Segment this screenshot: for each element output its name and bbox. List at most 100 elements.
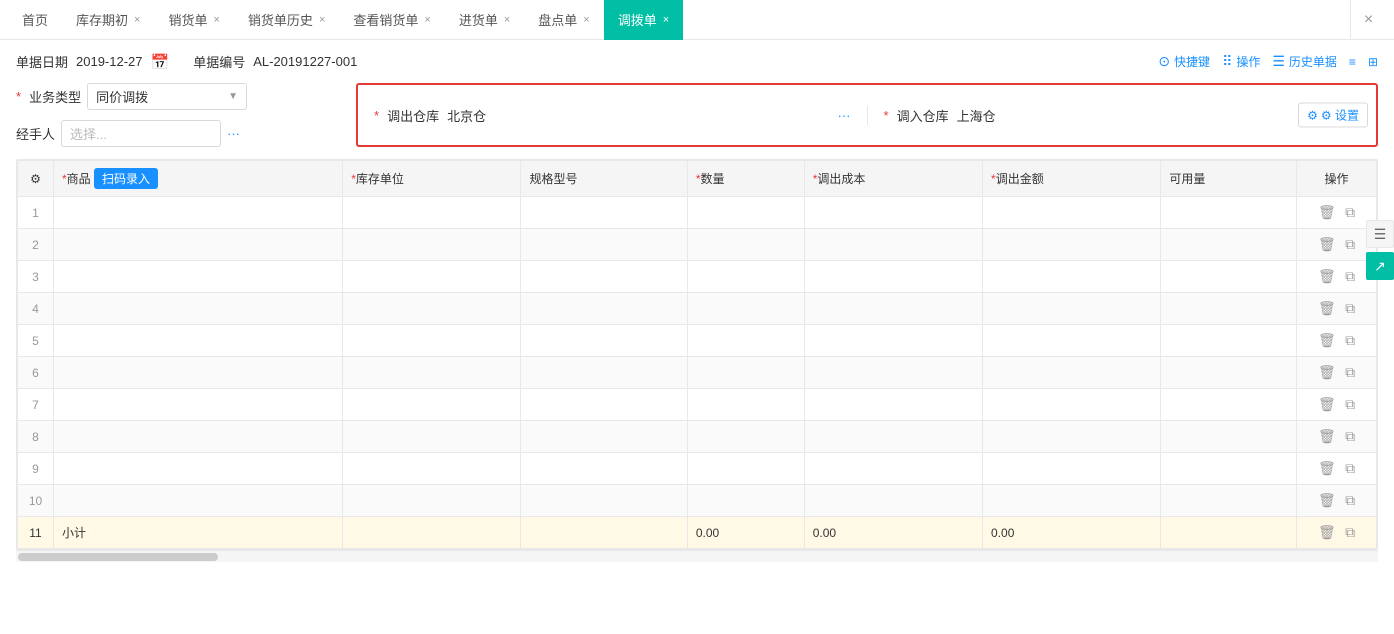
tab-sales-order[interactable]: 销货单 ×: [154, 0, 233, 40]
transfer-out-more-btn[interactable]: ···: [838, 108, 851, 123]
cell-product[interactable]: [54, 229, 343, 261]
tab-inventory[interactable]: 盘点单 ×: [524, 0, 603, 40]
cell-amount[interactable]: [983, 261, 1161, 293]
cell-qty[interactable]: [687, 389, 804, 421]
copy-icon[interactable]: ⧉: [1345, 524, 1355, 540]
cell-amount[interactable]: [983, 293, 1161, 325]
handler-more-btn[interactable]: ···: [227, 126, 240, 141]
cell-amount[interactable]: [983, 485, 1161, 517]
tab-sales-history-close[interactable]: ×: [319, 14, 325, 26]
copy-icon[interactable]: ⧉: [1345, 204, 1355, 220]
cell-cost[interactable]: [804, 421, 982, 453]
cell-amount[interactable]: [983, 389, 1161, 421]
cell-product[interactable]: [54, 261, 343, 293]
delete-icon[interactable]: 🗑: [1318, 300, 1336, 316]
cell-product[interactable]: [54, 485, 343, 517]
copy-icon[interactable]: ⧉: [1345, 364, 1355, 380]
cell-available[interactable]: [1161, 261, 1297, 293]
cell-product[interactable]: [54, 293, 343, 325]
cell-qty[interactable]: [687, 485, 804, 517]
cell-available[interactable]: [1161, 229, 1297, 261]
cell-cost[interactable]: [804, 485, 982, 517]
delete-icon[interactable]: 🗑: [1318, 460, 1336, 476]
copy-icon[interactable]: ⧉: [1345, 300, 1355, 316]
scan-button[interactable]: 扫码录入: [94, 168, 158, 189]
tab-home[interactable]: 首页: [8, 0, 62, 40]
cell-qty[interactable]: [687, 197, 804, 229]
delete-icon[interactable]: 🗑: [1318, 396, 1336, 412]
delete-icon[interactable]: 🗑: [1318, 524, 1336, 540]
cell-product[interactable]: [54, 357, 343, 389]
cell-product[interactable]: [54, 421, 343, 453]
cell-spec[interactable]: [521, 293, 687, 325]
cell-unit[interactable]: [343, 261, 521, 293]
handler-input[interactable]: 选择...: [61, 120, 221, 147]
history-button[interactable]: ☰ 历史单据: [1272, 53, 1337, 70]
cell-qty[interactable]: [687, 325, 804, 357]
tab-stock-init[interactable]: 库存期初 ×: [62, 0, 154, 40]
tab-view-sales[interactable]: 查看销货单 ×: [339, 0, 444, 40]
cell-qty[interactable]: [687, 261, 804, 293]
cell-qty[interactable]: [687, 453, 804, 485]
cell-cost[interactable]: [804, 453, 982, 485]
cell-available[interactable]: [1161, 293, 1297, 325]
tab-sales-history[interactable]: 销货单历史 ×: [234, 0, 339, 40]
delete-icon[interactable]: 🗑: [1318, 492, 1336, 508]
copy-icon[interactable]: ⧉: [1345, 236, 1355, 252]
cell-unit[interactable]: [343, 229, 521, 261]
delete-icon[interactable]: 🗑: [1318, 204, 1336, 220]
cell-unit[interactable]: [343, 293, 521, 325]
th-gear[interactable]: ⚙: [18, 161, 54, 197]
tab-view-sales-close[interactable]: ×: [424, 14, 430, 26]
cell-cost[interactable]: [804, 197, 982, 229]
cell-cost[interactable]: [804, 357, 982, 389]
cell-cost[interactable]: [804, 325, 982, 357]
tab-purchase-close[interactable]: ×: [504, 14, 510, 26]
cell-spec[interactable]: [521, 421, 687, 453]
scroll-thumb[interactable]: [18, 553, 218, 561]
cell-spec[interactable]: [521, 325, 687, 357]
cell-amount[interactable]: [983, 197, 1161, 229]
cell-product[interactable]: [54, 325, 343, 357]
cell-available[interactable]: [1161, 197, 1297, 229]
cell-amount[interactable]: [983, 421, 1161, 453]
cell-spec[interactable]: [521, 261, 687, 293]
close-all-tabs-button[interactable]: ×: [1350, 0, 1386, 40]
cell-product[interactable]: [54, 453, 343, 485]
cell-amount[interactable]: [983, 357, 1161, 389]
cell-unit[interactable]: [343, 325, 521, 357]
cell-qty[interactable]: [687, 357, 804, 389]
shortcuts-button[interactable]: ⊙ 快捷键: [1158, 53, 1210, 70]
business-type-select[interactable]: 同价调拨 ▼: [87, 83, 247, 110]
copy-icon[interactable]: ⧉: [1345, 428, 1355, 444]
cell-unit[interactable]: [343, 453, 521, 485]
cell-unit[interactable]: [343, 421, 521, 453]
layout-toggle-2[interactable]: ⊞: [1368, 55, 1378, 69]
cell-available[interactable]: [1161, 357, 1297, 389]
cell-spec[interactable]: [521, 389, 687, 421]
cell-spec[interactable]: [521, 229, 687, 261]
delete-icon[interactable]: 🗑: [1318, 332, 1336, 348]
cell-cost[interactable]: [804, 261, 982, 293]
cell-available[interactable]: [1161, 389, 1297, 421]
cell-unit[interactable]: [343, 357, 521, 389]
operations-button[interactable]: ⠿ 操作: [1222, 53, 1260, 70]
cell-cost[interactable]: [804, 293, 982, 325]
delete-icon[interactable]: 🗑: [1318, 268, 1336, 284]
cell-unit[interactable]: [343, 197, 521, 229]
cell-qty[interactable]: [687, 293, 804, 325]
layout-toggle-1[interactable]: ≡: [1349, 55, 1356, 69]
cell-product[interactable]: [54, 389, 343, 421]
cell-spec[interactable]: [521, 485, 687, 517]
tab-sales-order-close[interactable]: ×: [213, 14, 219, 26]
cell-amount[interactable]: [983, 453, 1161, 485]
cell-cost[interactable]: [804, 229, 982, 261]
cell-amount[interactable]: [983, 229, 1161, 261]
tab-transfer[interactable]: 调拨单 ×: [604, 0, 683, 40]
tab-transfer-close[interactable]: ×: [663, 14, 669, 26]
cell-unit[interactable]: [343, 485, 521, 517]
delete-icon[interactable]: 🗑: [1318, 428, 1336, 444]
copy-icon[interactable]: ⧉: [1345, 332, 1355, 348]
settings-button[interactable]: ⚙ ⚙ 设置: [1298, 103, 1368, 128]
cell-spec[interactable]: [521, 453, 687, 485]
